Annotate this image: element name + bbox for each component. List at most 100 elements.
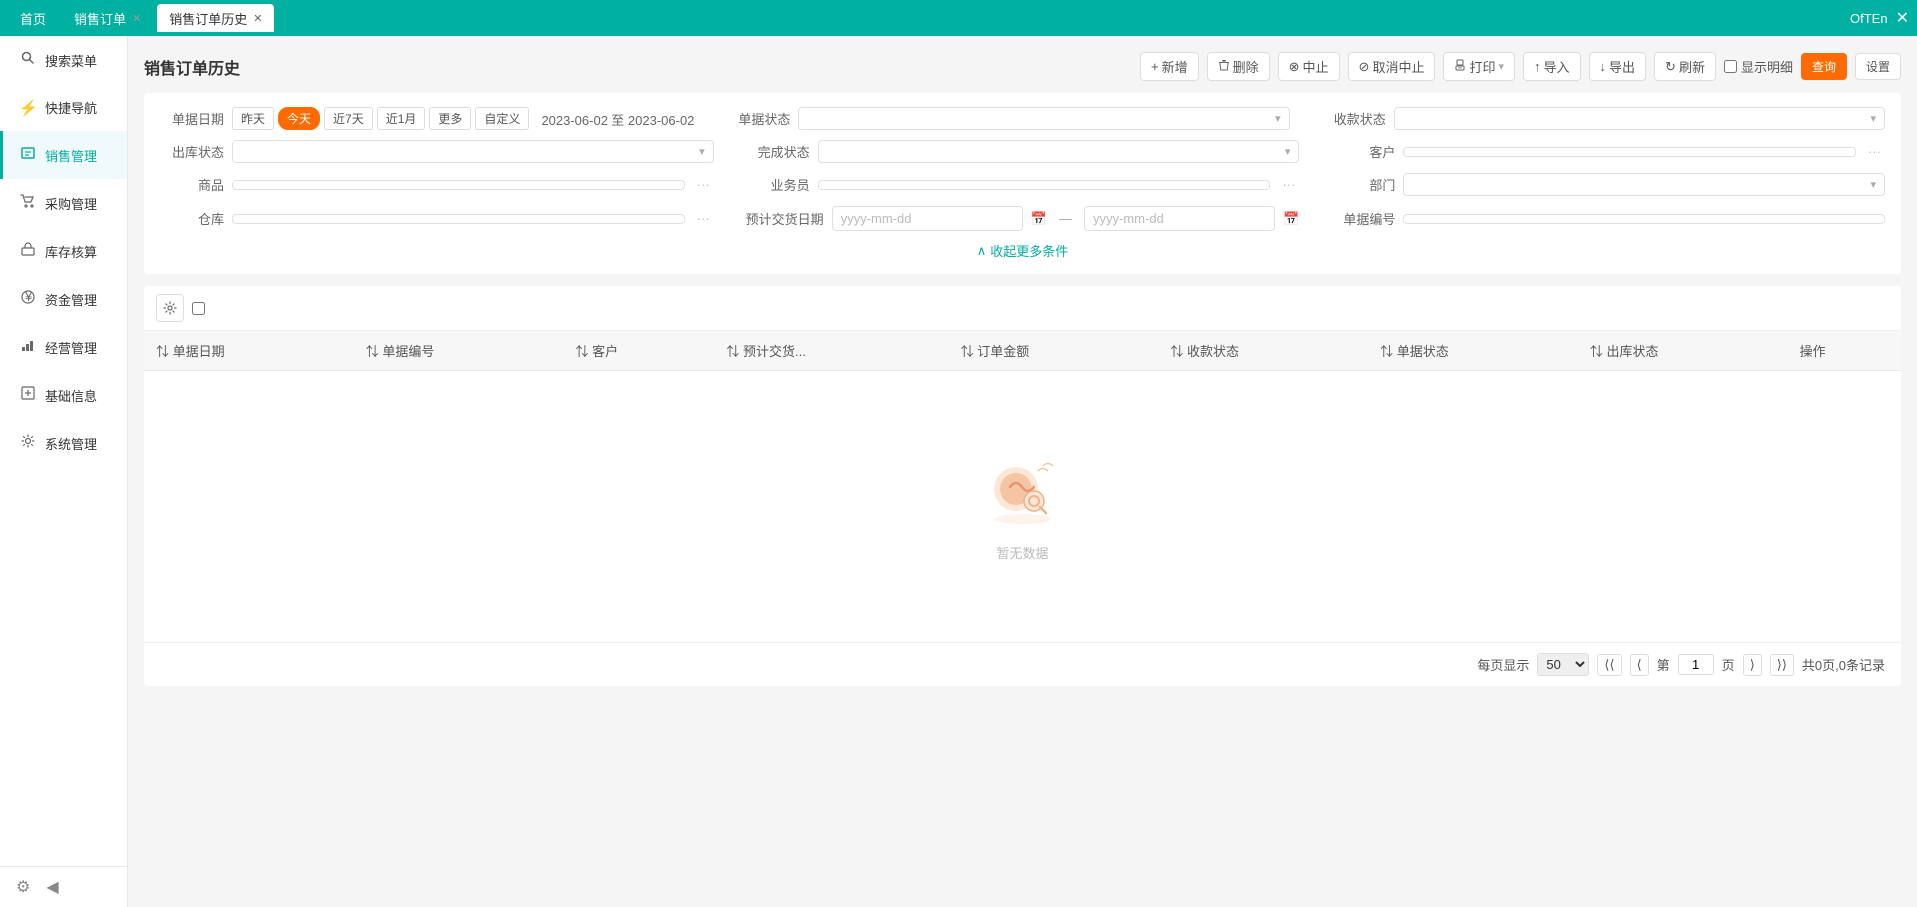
delete-button[interactable]: 删除 — [1207, 52, 1270, 81]
export-icon: ↓ — [1600, 59, 1607, 74]
current-page-input[interactable] — [1678, 654, 1714, 675]
date-btn-yesterday[interactable]: 昨天 — [232, 107, 274, 130]
top-bar-user[interactable]: OfTEn — [1850, 11, 1888, 26]
salesperson-dotdot[interactable]: ··· — [1278, 175, 1299, 194]
col-no[interactable]: ⇅ 单据编号 — [354, 331, 564, 371]
content-area: 销售订单历史 + 新增 删除 ⊗ 中止 ⊘ 取消中 — [128, 36, 1917, 907]
sidebar-item-capital-mgmt[interactable]: ¥ 资金管理 — [0, 275, 127, 323]
filter-section-date: 单据日期 昨天 今天 近7天 近1月 更多 自定义 — [160, 107, 529, 130]
show-detail-checkbox-label[interactable]: 显示明细 — [1724, 57, 1793, 76]
filter-section-complete-status: 完成状态 ▾ — [746, 140, 1300, 163]
col-delivery[interactable]: ⇅ 预计交货... — [714, 331, 948, 371]
order-no-input[interactable] — [1403, 214, 1885, 224]
sidebar-label-quick-nav: 快捷导航 — [45, 98, 97, 117]
show-detail-checkbox[interactable] — [1724, 60, 1737, 73]
print-button[interactable]: 打印 ▾ — [1443, 52, 1515, 81]
department-select[interactable]: ▾ — [1403, 173, 1885, 196]
date-range-display: 2023-06-02 至 2023-06-02 — [541, 108, 694, 129]
tab-sales-order[interactable]: 销售订单 ✕ — [62, 4, 153, 32]
col-customer[interactable]: ⇅ 客户 — [564, 331, 715, 371]
col-action: 操作 — [1788, 331, 1901, 371]
import-button[interactable]: ↑ 导入 — [1523, 52, 1581, 81]
tab-home[interactable]: 首页 — [8, 4, 58, 32]
last-page-btn[interactable]: ⟩⟩ — [1770, 654, 1794, 676]
warehouse-dotdot[interactable]: ··· — [693, 209, 714, 228]
quick-nav-icon: ⚡ — [19, 99, 37, 117]
salesperson-input[interactable] — [818, 180, 1271, 190]
complete-status-label: 完成状态 — [746, 142, 810, 161]
settings-button[interactable]: 设置 — [1855, 53, 1901, 80]
col-receipt-status[interactable]: ⇅ 收款状态 — [1158, 331, 1368, 371]
sidebar-item-operations-mgmt[interactable]: 经营管理 — [0, 323, 127, 371]
delivery-date-to-cal[interactable]: 📅 — [1283, 211, 1299, 227]
sidebar-item-purchase-mgmt[interactable]: 采购管理 — [0, 179, 127, 227]
product-dotdot[interactable]: ··· — [693, 175, 714, 194]
filter-row-4: 仓库 ··· 预计交货日期 yyyy-mm-dd 📅 — yyyy-mm-dd … — [160, 206, 1885, 231]
col-amount[interactable]: ⇅ 订单金额 — [949, 331, 1159, 371]
first-page-btn[interactable]: ⟨⟨ — [1597, 654, 1621, 676]
search-button[interactable]: 查询 — [1801, 53, 1847, 80]
tab-sales-order-history[interactable]: 销售订单历史 ✕ — [157, 4, 274, 32]
sidebar-item-inventory[interactable]: 库存核算 — [0, 227, 127, 275]
sidebar-item-basic-info[interactable]: 基础信息 — [0, 371, 127, 419]
filter-section-order-status: 单据状态 ▾ — [726, 107, 1289, 130]
col-out-sort: ⇅ — [1590, 344, 1607, 359]
select-all-checkbox[interactable] — [192, 302, 205, 315]
out-status-select[interactable]: ▾ — [232, 140, 714, 163]
new-button[interactable]: + 新增 — [1140, 52, 1199, 81]
col-customer-sort: ⇅ — [576, 344, 593, 359]
delivery-date-label: 预计交货日期 — [746, 209, 824, 228]
top-bar: 首页 销售订单 ✕ 销售订单历史 ✕ OfTEn ✕ — [0, 0, 1917, 36]
date-btn-7days[interactable]: 近7天 — [324, 107, 373, 130]
empty-state: 暂无数据 — [144, 371, 1901, 642]
stop-button[interactable]: ⊗ 中止 — [1278, 52, 1340, 81]
table-settings-gear[interactable] — [156, 294, 184, 322]
date-range-text: 2023-06-02 至 2023-06-02 — [541, 110, 694, 129]
col-out-status[interactable]: ⇅ 出库状态 — [1578, 331, 1788, 371]
refresh-button[interactable]: ↻ 刷新 — [1654, 52, 1716, 81]
delivery-date-from-cal[interactable]: 📅 — [1031, 211, 1047, 227]
cancel-stop-icon: ⊘ — [1359, 59, 1370, 75]
date-btn-today[interactable]: 今天 — [278, 107, 320, 130]
next-page-btn[interactable]: ⟩ — [1743, 654, 1762, 676]
cancel-stop-button[interactable]: ⊘ 取消中止 — [1348, 52, 1436, 81]
close-window-icon[interactable]: ✕ — [1896, 8, 1909, 28]
warehouse-input[interactable] — [232, 214, 685, 224]
close-tab-sales-order-history[interactable]: ✕ — [253, 12, 262, 25]
prev-page-btn[interactable]: ⟨ — [1630, 654, 1649, 676]
complete-status-select[interactable]: ▾ — [818, 140, 1300, 163]
close-tab-sales-order[interactable]: ✕ — [132, 12, 141, 25]
purchase-mgmt-icon — [19, 193, 37, 213]
date-btn-1month[interactable]: 近1月 — [377, 107, 426, 130]
settings-icon[interactable]: ⚙ — [16, 877, 30, 897]
date-label: 单据日期 — [160, 109, 224, 128]
delivery-date-from[interactable]: yyyy-mm-dd — [832, 206, 1023, 231]
collapse-row[interactable]: ∧ 收起更多条件 — [160, 241, 1885, 260]
top-bar-right: OfTEn ✕ — [1850, 8, 1909, 28]
page-size-select[interactable]: 50 10 20 100 — [1537, 653, 1589, 676]
filter-section-customer: 客户 ··· — [1331, 142, 1885, 161]
sidebar-item-search-menu[interactable]: 搜索菜单 — [0, 36, 127, 84]
department-label: 部门 — [1331, 175, 1395, 194]
col-amount-sort: ⇅ — [961, 344, 978, 359]
export-button[interactable]: ↓ 导出 — [1589, 52, 1647, 81]
salesperson-label: 业务员 — [746, 175, 810, 194]
date-btn-more[interactable]: 更多 — [429, 107, 471, 130]
sidebar-item-system-mgmt[interactable]: 系统管理 — [0, 419, 127, 467]
collapse-sidebar-icon[interactable]: ◀ — [46, 877, 58, 897]
filter-panel: 单据日期 昨天 今天 近7天 近1月 更多 自定义 2023-06-02 至 — [144, 93, 1901, 274]
customer-input[interactable] — [1403, 147, 1856, 157]
filter-row-3: 商品 ··· 业务员 ··· 部门 ▾ — [160, 173, 1885, 196]
sidebar-item-quick-nav[interactable]: ⚡ 快捷导航 — [0, 84, 127, 131]
order-status-select[interactable]: ▾ — [798, 107, 1289, 130]
col-date[interactable]: ⇅ 单据日期 — [144, 331, 354, 371]
filter-section-warehouse: 仓库 ··· — [160, 209, 714, 228]
customer-dotdot[interactable]: ··· — [1864, 142, 1885, 161]
delivery-date-to[interactable]: yyyy-mm-dd — [1084, 206, 1275, 231]
system-mgmt-icon — [19, 433, 37, 453]
col-order-status[interactable]: ⇅ 单据状态 — [1368, 331, 1578, 371]
receipt-status-select[interactable]: ▾ — [1394, 107, 1885, 130]
date-btn-custom[interactable]: 自定义 — [475, 107, 529, 130]
sidebar-item-sales-mgmt[interactable]: 销售管理 — [0, 131, 127, 179]
product-input[interactable] — [232, 180, 685, 190]
